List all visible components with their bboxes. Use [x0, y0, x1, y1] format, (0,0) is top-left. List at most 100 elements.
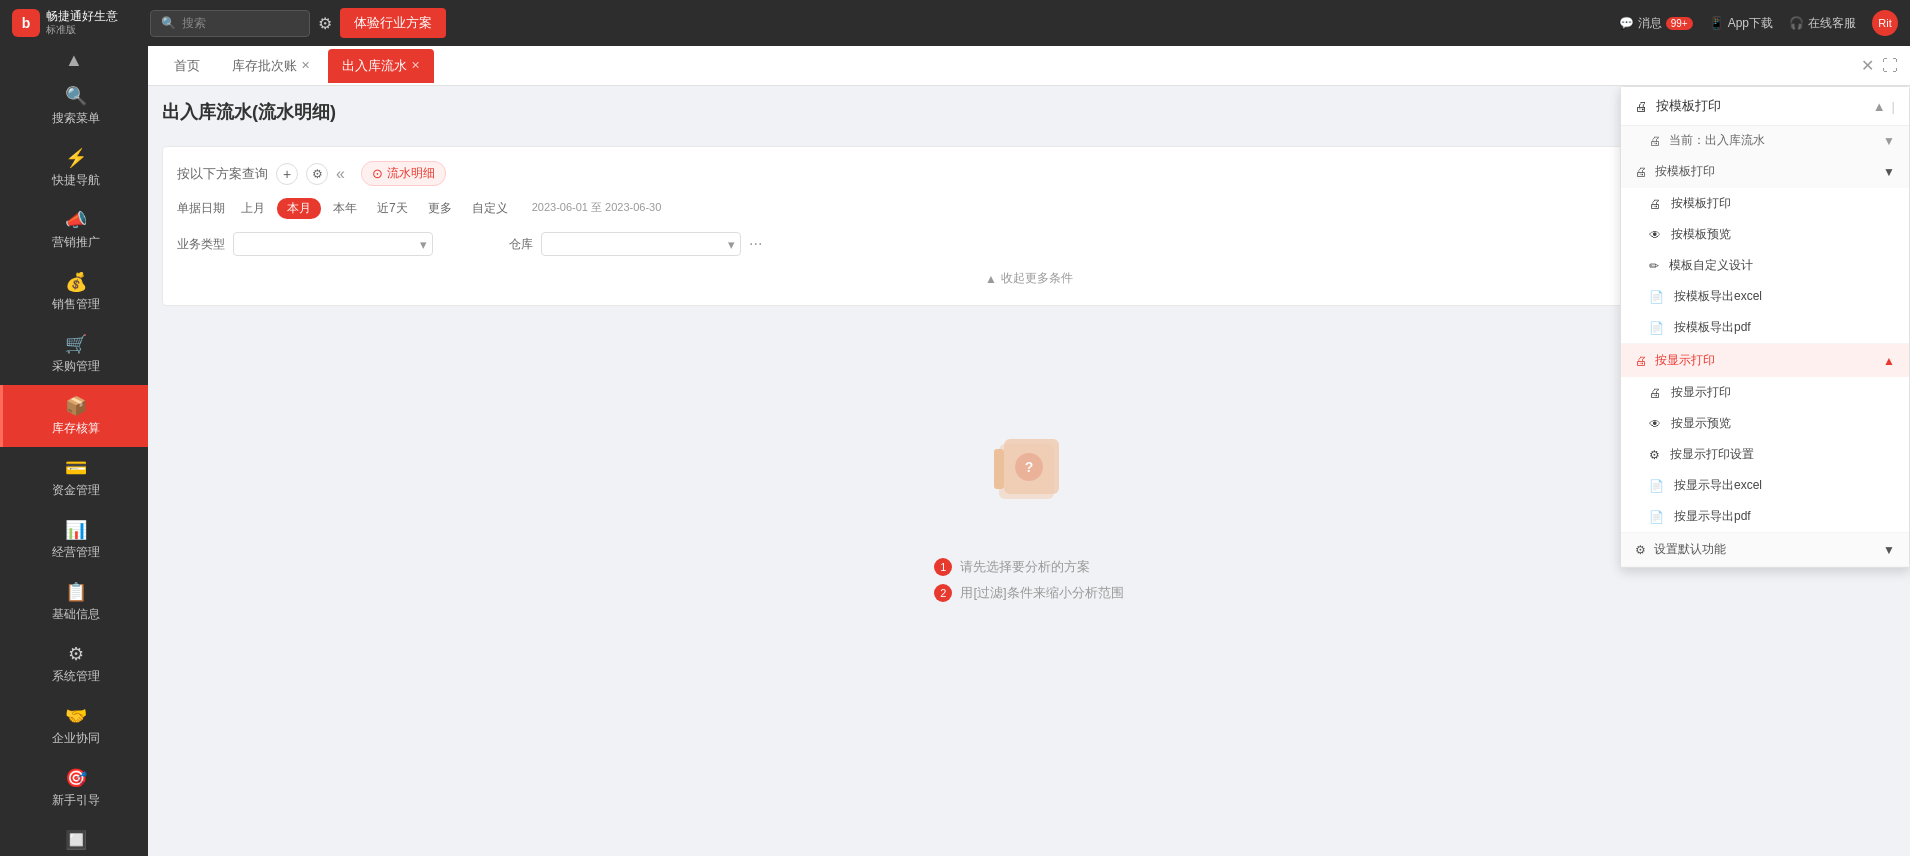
search-icon: 🔍 — [161, 16, 176, 30]
date-tab-this-year[interactable]: 本年 — [325, 198, 365, 219]
chevron-up-icon: ▲ — [985, 272, 997, 286]
date-field: 单据日期 上月 本月 本年 近7天 更多 自定义 — [177, 198, 516, 219]
display-print-section: 🖨 按显示打印 ▲ 🖨 按显示打印 👁 按显示预览 ⚙ — [1621, 344, 1909, 533]
sidebar-item-sales[interactable]: 💰 销售管理 — [0, 261, 148, 323]
sidebar-item-label: 营销推广 — [52, 234, 100, 251]
date-tab-last-month[interactable]: 上月 — [233, 198, 273, 219]
sidebar-item-label: 经营管理 — [52, 544, 100, 561]
sidebar-item-marketing[interactable]: 📣 营销推广 — [0, 199, 148, 261]
warehouse-label: 仓库 — [509, 236, 533, 253]
warehouse-select[interactable] — [541, 232, 741, 256]
template-export-pdf-label: 按模板导出pdf — [1674, 319, 1751, 336]
template-section-header[interactable]: 🖨 按模板打印 ▼ — [1621, 155, 1909, 188]
empty-tip-1: 1 请先选择要分析的方案 — [934, 558, 1123, 576]
empty-tip-2: 2 用[过滤]条件来缩小分析范围 — [934, 584, 1123, 602]
template-export-pdf-item[interactable]: 📄 按模板导出pdf — [1621, 312, 1909, 343]
sidebar-item-label: 采购管理 — [52, 358, 100, 375]
display-export-excel-label: 按显示导出excel — [1674, 477, 1762, 494]
app-download-label: App下载 — [1728, 15, 1773, 32]
current-chevron-icon[interactable]: ▼ — [1883, 134, 1895, 148]
display-print-label: 按显示打印 — [1671, 384, 1731, 401]
sidebar-item-label: 搜索菜单 — [52, 110, 100, 127]
online-service-label: 在线客服 — [1808, 15, 1856, 32]
tab-close-all-icon[interactable]: ✕ — [1861, 56, 1874, 75]
display-print-settings-item[interactable]: ⚙ 按显示打印设置 — [1621, 439, 1909, 470]
sidebar-scroll-up[interactable]: ▲ — [0, 46, 148, 75]
display-export-pdf-item[interactable]: 📄 按显示导出pdf — [1621, 501, 1909, 532]
tab-batch-close[interactable]: ✕ — [301, 59, 310, 72]
sidebar-item-label: 库存核算 — [52, 420, 100, 437]
date-tab-7days[interactable]: 近7天 — [369, 198, 416, 219]
sidebar-item-inventory[interactable]: 📦 库存核算 — [0, 385, 148, 447]
sidebar-item-label: 系统管理 — [52, 668, 100, 685]
date-tab-custom[interactable]: 自定义 — [464, 198, 516, 219]
dropdown-up-icon[interactable]: ▲ — [1873, 99, 1886, 114]
sidebar-item-search[interactable]: 🔍 搜索菜单 — [0, 75, 148, 137]
sidebar-item-system[interactable]: ⚙ 系统管理 — [0, 633, 148, 695]
tab-flow-label: 出入库流水 — [342, 57, 407, 75]
filter-add-button[interactable]: + — [276, 163, 298, 185]
settings-section-label: 设置默认功能 — [1654, 541, 1726, 558]
sidebar-item-purchase[interactable]: 🛒 采购管理 — [0, 323, 148, 385]
main-layout: ▲ 🔍 搜索菜单 ⚡ 快捷导航 📣 营销推广 💰 销售管理 🛒 采购管理 📦 库… — [0, 46, 1910, 856]
filter-collapse-button[interactable]: « — [336, 165, 345, 183]
date-tabs: 上月 本月 本年 近7天 更多 自定义 — [233, 198, 516, 219]
display-section-header[interactable]: 🖨 按显示打印 ▲ — [1621, 344, 1909, 377]
date-tab-this-month[interactable]: 本月 — [277, 198, 321, 219]
display-settings-icon: ⚙ — [1649, 448, 1660, 462]
sidebar-item-basic[interactable]: 📋 基础信息 — [0, 571, 148, 633]
tab-batch[interactable]: 库存批次账 ✕ — [218, 49, 324, 83]
header-settings-icon[interactable]: ⚙ — [318, 14, 332, 33]
tab-expand-icon[interactable]: ⛶ — [1882, 57, 1898, 75]
template-export-excel-item[interactable]: 📄 按模板导出excel — [1621, 281, 1909, 312]
default-settings-section: ⚙ 设置默认功能 ▼ — [1621, 533, 1909, 567]
tab-controls: ✕ ⛶ — [1861, 56, 1898, 75]
warehouse-select-wrapper — [541, 232, 741, 256]
sidebar-item-apps[interactable]: 🔲 应用中心 — [0, 819, 148, 856]
page-title: 出入库流水(流水明细) — [162, 100, 336, 124]
sidebar-item-guide[interactable]: 🎯 新手引导 — [0, 757, 148, 819]
trial-button[interactable]: 体验行业方案 — [340, 8, 446, 38]
display-preview-item[interactable]: 👁 按显示预览 — [1621, 408, 1909, 439]
display-section-icon: 🖨 — [1635, 354, 1647, 368]
message-button[interactable]: 💬 消息 99+ — [1619, 15, 1693, 32]
display-print-item[interactable]: 🖨 按显示打印 — [1621, 377, 1909, 408]
template-design-label: 模板自定义设计 — [1669, 257, 1753, 274]
header-search-box[interactable]: 🔍 搜索 — [150, 10, 310, 37]
app-edition: 标准版 — [46, 23, 118, 37]
template-excel-icon: 📄 — [1649, 290, 1664, 304]
display-export-excel-item[interactable]: 📄 按显示导出excel — [1621, 470, 1909, 501]
sidebar-item-finance[interactable]: 💳 资金管理 — [0, 447, 148, 509]
template-export-excel-label: 按模板导出excel — [1674, 288, 1762, 305]
tab-flow-close[interactable]: ✕ — [411, 59, 420, 72]
filter-settings-button[interactable]: ⚙ — [306, 163, 328, 185]
sidebar-item-corp[interactable]: 🤝 企业协同 — [0, 695, 148, 757]
sidebar-item-operation[interactable]: 📊 经营管理 — [0, 509, 148, 571]
template-preview-item[interactable]: 👁 按模板预览 — [1621, 219, 1909, 250]
filter-tag-label: 流水明细 — [387, 165, 435, 182]
business-type-select[interactable] — [233, 232, 433, 256]
header-actions: 💬 消息 99+ 📱 App下载 🎧 在线客服 Rit — [1619, 10, 1898, 36]
content-area: 首页 库存批次账 ✕ 出入库流水 ✕ ✕ ⛶ 出入库流水(流水明细) — [148, 46, 1910, 856]
user-avatar[interactable]: Rit — [1872, 10, 1898, 36]
date-tab-more[interactable]: 更多 — [420, 198, 460, 219]
empty-tips: 1 请先选择要分析的方案 2 用[过滤]条件来缩小分析范围 — [934, 558, 1123, 602]
template-print-item[interactable]: 🖨 按模板打印 — [1621, 188, 1909, 219]
online-service-button[interactable]: 🎧 在线客服 — [1789, 15, 1856, 32]
template-section-icon: 🖨 — [1635, 165, 1647, 179]
sidebar-item-quick-nav[interactable]: ⚡ 快捷导航 — [0, 137, 148, 199]
tab-flow[interactable]: 出入库流水 ✕ — [328, 49, 434, 83]
dropdown-current: 🖨 当前：出入库流水 ▼ — [1621, 126, 1909, 155]
sales-icon: 💰 — [65, 271, 87, 293]
sidebar-item-label: 快捷导航 — [52, 172, 100, 189]
dropdown-title: 按模板打印 — [1656, 97, 1721, 115]
app-download-button[interactable]: 📱 App下载 — [1709, 15, 1773, 32]
tab-home[interactable]: 首页 — [160, 49, 214, 83]
top-header: b 畅捷通好生意 标准版 🔍 搜索 ⚙ 体验行业方案 💬 消息 99+ 📱 Ap… — [0, 0, 1910, 46]
template-print-item-icon: 🖨 — [1649, 197, 1661, 211]
template-design-item[interactable]: ✏ 模板自定义设计 — [1621, 250, 1909, 281]
quick-nav-icon: ⚡ — [65, 147, 87, 169]
warehouse-more-icon[interactable]: ··· — [749, 235, 762, 253]
collapse-button[interactable]: ▲ 收起更多条件 — [973, 266, 1085, 291]
default-settings-header[interactable]: ⚙ 设置默认功能 ▼ — [1621, 533, 1909, 566]
